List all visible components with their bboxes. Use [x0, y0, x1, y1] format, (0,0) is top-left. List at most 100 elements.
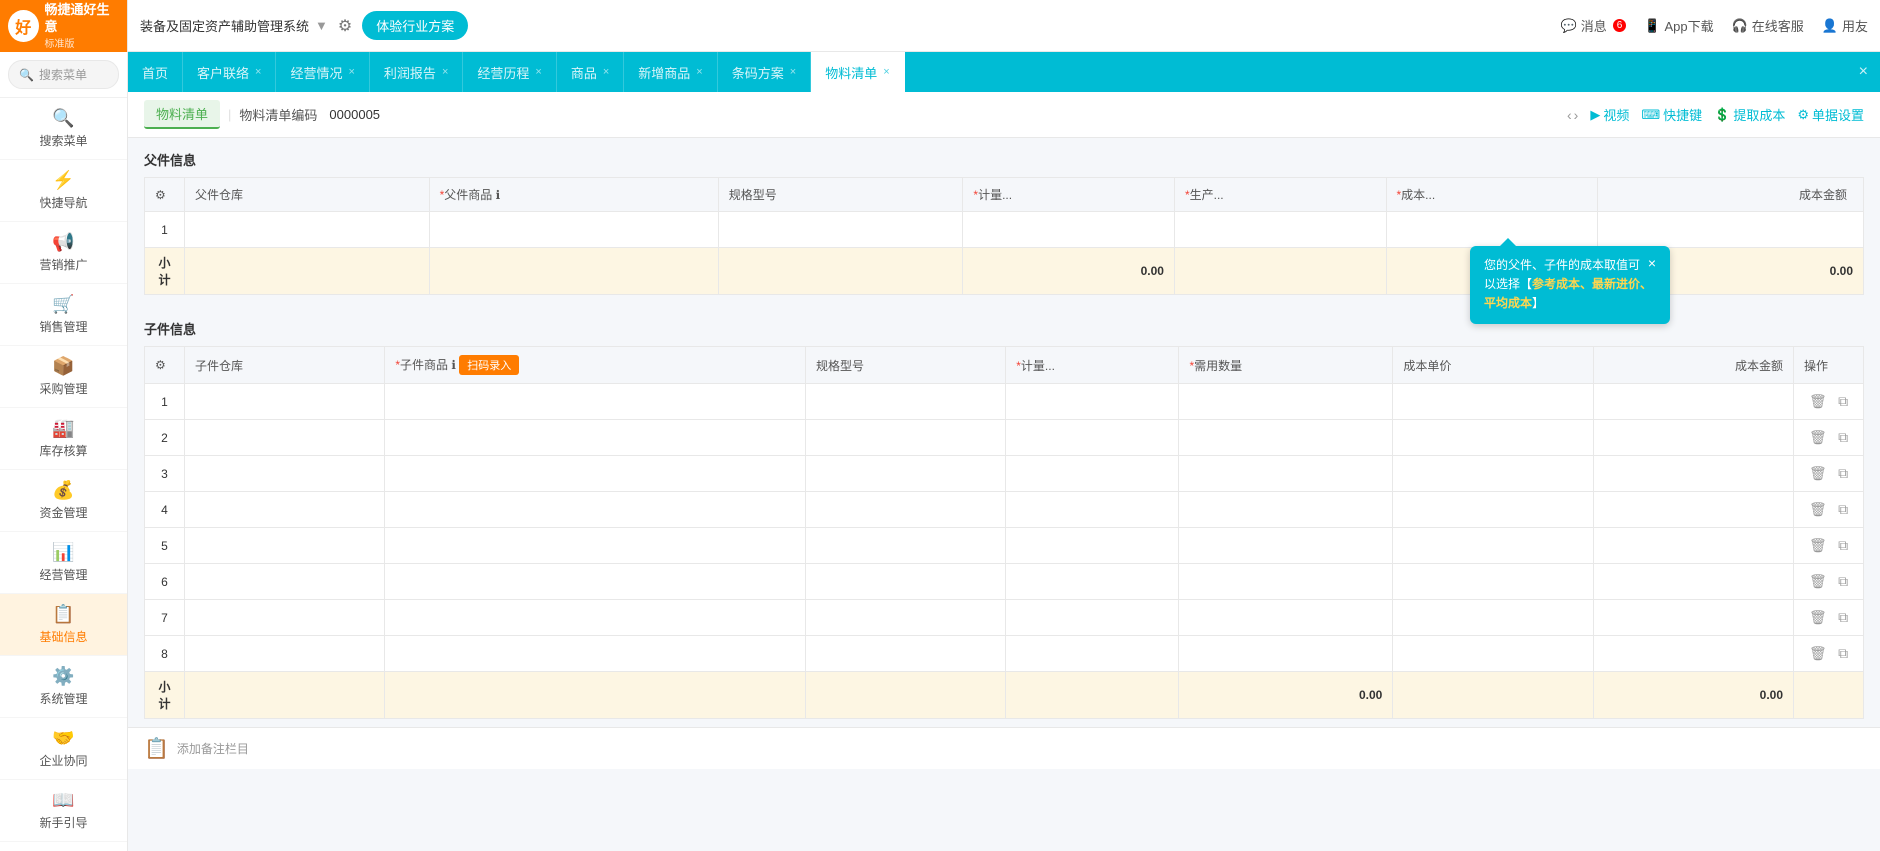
- child-cell-qty[interactable]: [1006, 420, 1179, 456]
- child-cell-qty[interactable]: [1006, 456, 1179, 492]
- copy-row-button[interactable]: ⧉: [1834, 643, 1852, 664]
- copy-row-button[interactable]: ⧉: [1834, 391, 1852, 412]
- copy-row-button[interactable]: ⧉: [1834, 607, 1852, 628]
- delete-row-button[interactable]: 🗑: [1805, 391, 1831, 412]
- child-cell-goods[interactable]: [385, 456, 806, 492]
- child-cell-cost-amount[interactable]: [1593, 564, 1793, 600]
- action-settings[interactable]: ⚙单据设置: [1797, 105, 1864, 124]
- copy-row-button[interactable]: ⧉: [1834, 571, 1852, 592]
- child-cell-needed[interactable]: [1179, 492, 1393, 528]
- cell-warehouse[interactable]: [185, 212, 430, 248]
- child-cell-qty[interactable]: [1006, 600, 1179, 636]
- child-cell-cost-amount[interactable]: [1593, 492, 1793, 528]
- online-service-item[interactable]: 🎧 在线客服: [1732, 16, 1804, 35]
- delete-row-button[interactable]: 🗑: [1805, 499, 1831, 520]
- close-all-tabs-button[interactable]: ×: [1847, 63, 1880, 81]
- child-cell-cost-amount[interactable]: [1593, 384, 1793, 420]
- cell-spec[interactable]: [718, 212, 963, 248]
- message-item[interactable]: 💬 消息 6: [1561, 16, 1627, 35]
- sidebar-item-quick-nav[interactable]: ⚡快捷导航: [0, 160, 127, 222]
- tab-close-bom[interactable]: ×: [883, 66, 889, 78]
- delete-row-button[interactable]: 🗑: [1805, 463, 1831, 484]
- child-cell-cost-unit[interactable]: [1393, 636, 1593, 672]
- tab-profit[interactable]: 利润报告×: [370, 52, 463, 92]
- child-cell-cost-unit[interactable]: [1393, 600, 1593, 636]
- cell-produce[interactable]: [1174, 212, 1386, 248]
- child-cell-needed[interactable]: [1179, 528, 1393, 564]
- tab-new-goods[interactable]: 新增商品×: [624, 52, 717, 92]
- tab-close-history[interactable]: ×: [535, 66, 541, 78]
- tab-close-goods[interactable]: ×: [603, 66, 609, 78]
- sidebar-item-cooperation[interactable]: 🤝企业协同: [0, 718, 127, 780]
- cell-goods[interactable]: [429, 212, 718, 248]
- sidebar-item-sales[interactable]: 🛒销售管理: [0, 284, 127, 346]
- child-cell-spec[interactable]: [805, 384, 1005, 420]
- delete-row-button[interactable]: 🗑: [1805, 535, 1831, 556]
- app-download-item[interactable]: 📱 App下载: [1644, 16, 1713, 35]
- tab-home[interactable]: 首页: [128, 52, 183, 92]
- delete-row-button[interactable]: 🗑: [1805, 607, 1831, 628]
- tab-goods[interactable]: 商品×: [557, 52, 624, 92]
- child-cell-goods[interactable]: [385, 564, 806, 600]
- child-cell-spec[interactable]: [805, 456, 1005, 492]
- child-cell-needed[interactable]: [1179, 456, 1393, 492]
- search-menu-button[interactable]: 🔍 搜索菜单: [8, 60, 119, 89]
- sidebar-item-marketing[interactable]: 📢营销推广: [0, 222, 127, 284]
- child-cell-warehouse[interactable]: [185, 456, 385, 492]
- tab-barcode[interactable]: 条码方案×: [718, 52, 811, 92]
- tab-history[interactable]: 经营历程×: [463, 52, 556, 92]
- child-cell-warehouse[interactable]: [185, 420, 385, 456]
- child-cell-cost-unit[interactable]: [1393, 492, 1593, 528]
- cell-cost-amount[interactable]: [1598, 212, 1864, 248]
- next-arrow[interactable]: ›: [1574, 107, 1579, 123]
- child-cell-spec[interactable]: [805, 636, 1005, 672]
- child-cell-goods[interactable]: [385, 384, 806, 420]
- sidebar-item-finance[interactable]: 💰资金管理: [0, 470, 127, 532]
- child-cell-cost-amount[interactable]: [1593, 420, 1793, 456]
- child-cell-goods[interactable]: [385, 528, 806, 564]
- child-cell-qty[interactable]: [1006, 384, 1179, 420]
- child-cell-warehouse[interactable]: [185, 600, 385, 636]
- action-video[interactable]: ▶视频: [1590, 105, 1629, 124]
- child-cell-cost-unit[interactable]: [1393, 456, 1593, 492]
- child-cell-qty[interactable]: [1006, 492, 1179, 528]
- child-cell-needed[interactable]: [1179, 420, 1393, 456]
- child-cell-goods[interactable]: [385, 600, 806, 636]
- sidebar-item-system[interactable]: ⚙️系统管理: [0, 656, 127, 718]
- child-cell-spec[interactable]: [805, 492, 1005, 528]
- child-cell-cost-unit[interactable]: [1393, 564, 1593, 600]
- sidebar-item-purchase[interactable]: 📦采购管理: [0, 346, 127, 408]
- tab-bom[interactable]: 物料清单×: [811, 52, 904, 92]
- tab-close-operations[interactable]: ×: [348, 66, 354, 78]
- sidebar-item-inventory[interactable]: 🏭库存核算: [0, 408, 127, 470]
- child-cell-cost-unit[interactable]: [1393, 384, 1593, 420]
- sidebar-item-guide[interactable]: 📖新手引导: [0, 780, 127, 842]
- child-cell-cost-amount[interactable]: [1593, 600, 1793, 636]
- tab-close-customer[interactable]: ×: [255, 66, 261, 78]
- tab-close-barcode[interactable]: ×: [790, 66, 796, 78]
- sub-tab-bom-list[interactable]: 物料清单: [144, 100, 220, 129]
- child-cell-cost-amount[interactable]: [1593, 528, 1793, 564]
- child-cell-needed[interactable]: [1179, 384, 1393, 420]
- child-cell-qty[interactable]: [1006, 564, 1179, 600]
- sidebar-item-operations[interactable]: 📊经营管理: [0, 532, 127, 594]
- child-cell-cost-amount[interactable]: [1593, 456, 1793, 492]
- child-cell-warehouse[interactable]: [185, 384, 385, 420]
- child-cell-spec[interactable]: [805, 564, 1005, 600]
- child-cell-goods[interactable]: [385, 636, 806, 672]
- child-cell-cost-unit[interactable]: [1393, 528, 1593, 564]
- user-avatar-item[interactable]: 👤 用友: [1822, 16, 1868, 35]
- child-cell-spec[interactable]: [805, 420, 1005, 456]
- tab-operations[interactable]: 经营情况×: [276, 52, 369, 92]
- tab-close-profit[interactable]: ×: [442, 66, 448, 78]
- tab-close-new-goods[interactable]: ×: [696, 66, 702, 78]
- child-cell-goods[interactable]: [385, 420, 806, 456]
- child-cell-needed[interactable]: [1179, 564, 1393, 600]
- tooltip-close-button[interactable]: ×: [1648, 256, 1656, 270]
- delete-row-button[interactable]: 🗑: [1805, 571, 1831, 592]
- th-child-settings[interactable]: ⚙: [145, 347, 185, 384]
- child-cell-warehouse[interactable]: [185, 564, 385, 600]
- child-cell-cost-amount[interactable]: [1593, 636, 1793, 672]
- scan-button[interactable]: 扫码录入: [459, 355, 519, 375]
- copy-row-button[interactable]: ⧉: [1834, 463, 1852, 484]
